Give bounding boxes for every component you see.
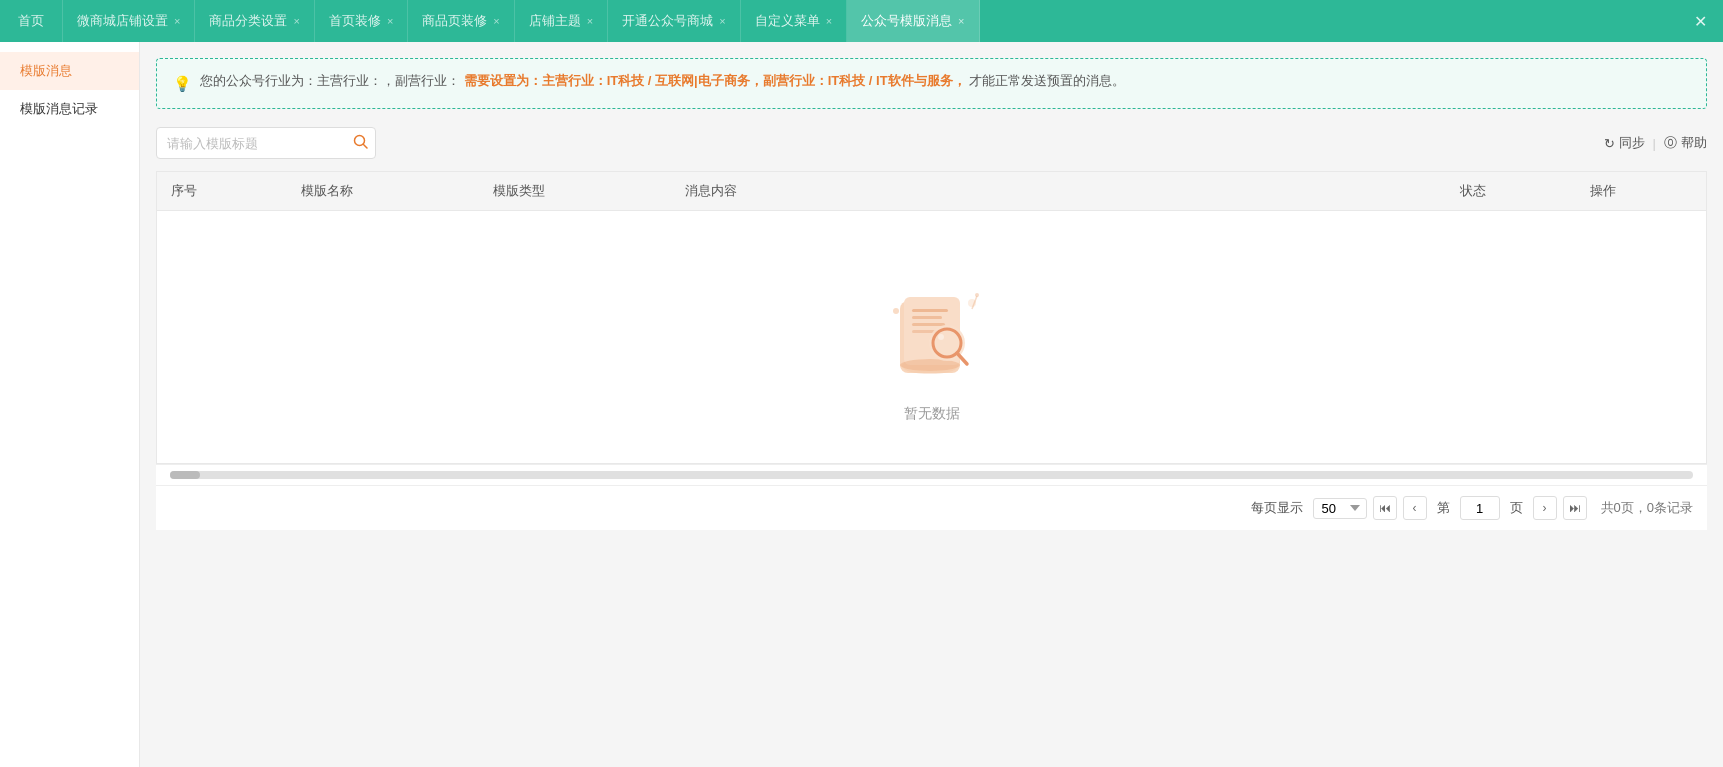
toolbar-divider: |	[1653, 136, 1656, 151]
close-homepage-decor-icon[interactable]: ×	[387, 15, 393, 27]
store-settings-label: 微商城店铺设置	[77, 12, 168, 30]
template-message-label: 公众号模版消息	[861, 12, 952, 30]
sidebar-item-template-msg-record[interactable]: 模版消息记录	[0, 90, 139, 128]
notice-text-suffix: 才能正常发送预置的消息。	[969, 73, 1125, 88]
close-product-category-icon[interactable]: ×	[293, 15, 299, 27]
close-open-public-mall-icon[interactable]: ×	[719, 15, 725, 27]
bulb-icon: 💡	[173, 72, 192, 96]
search-bar: ↻ 同步 | ⓪ 帮助	[156, 127, 1707, 159]
nav-tab-template-message[interactable]: 公众号模版消息 ×	[847, 0, 979, 42]
prev-page-button[interactable]: ‹	[1403, 496, 1427, 520]
page-size-select[interactable]: 50 10 20 100	[1313, 498, 1367, 519]
page-size-label: 每页显示	[1251, 499, 1303, 517]
sidebar-item-template-msg-label: 模版消息	[20, 63, 72, 78]
notice-text-prefix: 您的公众号行业为：主营行业：，副营行业：	[200, 73, 460, 88]
col-action: 操作	[1576, 172, 1707, 211]
pagination-total: 共0页，0条记录	[1601, 499, 1693, 517]
col-name: 模版名称	[287, 172, 479, 211]
empty-text: 暂无数据	[904, 405, 960, 423]
svg-point-17	[975, 293, 979, 297]
svg-rect-6	[912, 316, 942, 319]
close-template-message-icon[interactable]: ×	[958, 15, 964, 27]
col-status: 状态	[1446, 172, 1576, 211]
svg-line-1	[364, 145, 368, 149]
nav-tab-custom-menu[interactable]: 自定义菜单 ×	[741, 0, 847, 42]
table-container: 序号 模版名称 模版类型 消息内容 状态 操作	[156, 171, 1707, 530]
search-input[interactable]	[156, 127, 376, 159]
close-store-settings-icon[interactable]: ×	[174, 15, 180, 27]
sidebar-item-template-msg-record-label: 模版消息记录	[20, 101, 98, 116]
nav-tab-open-public-mall[interactable]: 开通公众号商城 ×	[608, 0, 740, 42]
toolbar-right: ↻ 同步 | ⓪ 帮助	[1604, 134, 1707, 152]
page-word: 页	[1510, 499, 1523, 517]
empty-illustration	[872, 271, 992, 391]
empty-state: 暂无数据	[157, 211, 1706, 463]
svg-rect-5	[912, 309, 948, 312]
empty-row: 暂无数据	[157, 211, 1707, 464]
top-nav: 首页 微商城店铺设置 × 商品分类设置 × 首页装修 × 商品页装修 × 店铺主…	[0, 0, 1723, 42]
next-page-button[interactable]: ›	[1533, 496, 1557, 520]
notice-text: 您的公众号行业为：主营行业：，副营行业： 需要设置为：主营行业：IT科技 / 互…	[200, 71, 1125, 92]
home-tab-label: 首页	[18, 12, 44, 30]
page-number-input[interactable]	[1460, 496, 1500, 520]
nav-tab-store-settings[interactable]: 微商城店铺设置 ×	[63, 0, 195, 42]
table-body: 暂无数据	[157, 211, 1707, 464]
store-theme-label: 店铺主题	[529, 12, 581, 30]
data-table: 序号 模版名称 模版类型 消息内容 状态 操作	[156, 171, 1707, 464]
sync-button[interactable]: ↻ 同步	[1604, 134, 1645, 152]
close-all-button[interactable]: ✕	[1678, 12, 1723, 31]
search-button[interactable]	[353, 134, 368, 152]
svg-point-9	[900, 359, 960, 371]
help-button[interactable]: ⓪ 帮助	[1664, 134, 1707, 152]
table-header-row: 序号 模版名称 模版类型 消息内容 状态 操作	[157, 172, 1707, 211]
notice-highlight-text: 需要设置为：主营行业：IT科技 / 互联网|电子商务，副营行业：IT科技 / I…	[464, 73, 966, 88]
svg-rect-7	[912, 323, 945, 326]
open-public-mall-label: 开通公众号商城	[622, 12, 713, 30]
sync-icon: ↻	[1604, 136, 1615, 151]
help-circle-icon: ⓪	[1664, 134, 1677, 152]
homepage-decor-label: 首页装修	[329, 12, 381, 30]
nav-tab-product-category[interactable]: 商品分类设置 ×	[195, 0, 314, 42]
sidebar: 模版消息 模版消息记录	[0, 42, 140, 767]
nav-tab-store-theme[interactable]: 店铺主题 ×	[515, 0, 608, 42]
first-page-button[interactable]: ⏮	[1373, 496, 1397, 520]
close-product-page-decor-icon[interactable]: ×	[493, 15, 499, 27]
col-content: 消息内容	[671, 172, 1446, 211]
close-custom-menu-icon[interactable]: ×	[826, 15, 832, 27]
page-prefix: 第	[1437, 499, 1450, 517]
close-store-theme-icon[interactable]: ×	[587, 15, 593, 27]
sidebar-item-template-msg[interactable]: 模版消息	[0, 52, 139, 90]
col-index: 序号	[157, 172, 288, 211]
search-input-wrap	[156, 127, 376, 159]
scrollbar-thumb[interactable]	[170, 471, 200, 479]
sync-label: 同步	[1619, 134, 1645, 152]
horizontal-scrollbar[interactable]	[170, 471, 1693, 479]
nav-tab-product-page-decor[interactable]: 商品页装修 ×	[408, 0, 514, 42]
col-type: 模版类型	[479, 172, 671, 211]
nav-tab-home[interactable]: 首页	[0, 0, 63, 42]
product-category-label: 商品分类设置	[209, 12, 287, 30]
svg-point-14	[893, 308, 899, 314]
custom-menu-label: 自定义菜单	[755, 12, 820, 30]
help-label: 帮助	[1681, 134, 1707, 152]
notice-banner: 💡 您的公众号行业为：主营行业：，副营行业： 需要设置为：主营行业：IT科技 /…	[156, 58, 1707, 109]
pagination: 每页显示 50 10 20 100 ⏮ ‹ 第 页 › ⏭ 共0页，0条记录	[156, 485, 1707, 530]
main-layout: 模版消息 模版消息记录 💡 您的公众号行业为：主营行业：，副营行业： 需要设置为…	[0, 42, 1723, 767]
last-page-button[interactable]: ⏭	[1563, 496, 1587, 520]
scroll-bar-area	[156, 464, 1707, 485]
nav-tab-homepage-decor[interactable]: 首页装修 ×	[315, 0, 408, 42]
svg-point-13	[938, 334, 944, 340]
product-page-decor-label: 商品页装修	[422, 12, 487, 30]
content-area: 💡 您的公众号行业为：主营行业：，副营行业： 需要设置为：主营行业：IT科技 /…	[140, 42, 1723, 767]
